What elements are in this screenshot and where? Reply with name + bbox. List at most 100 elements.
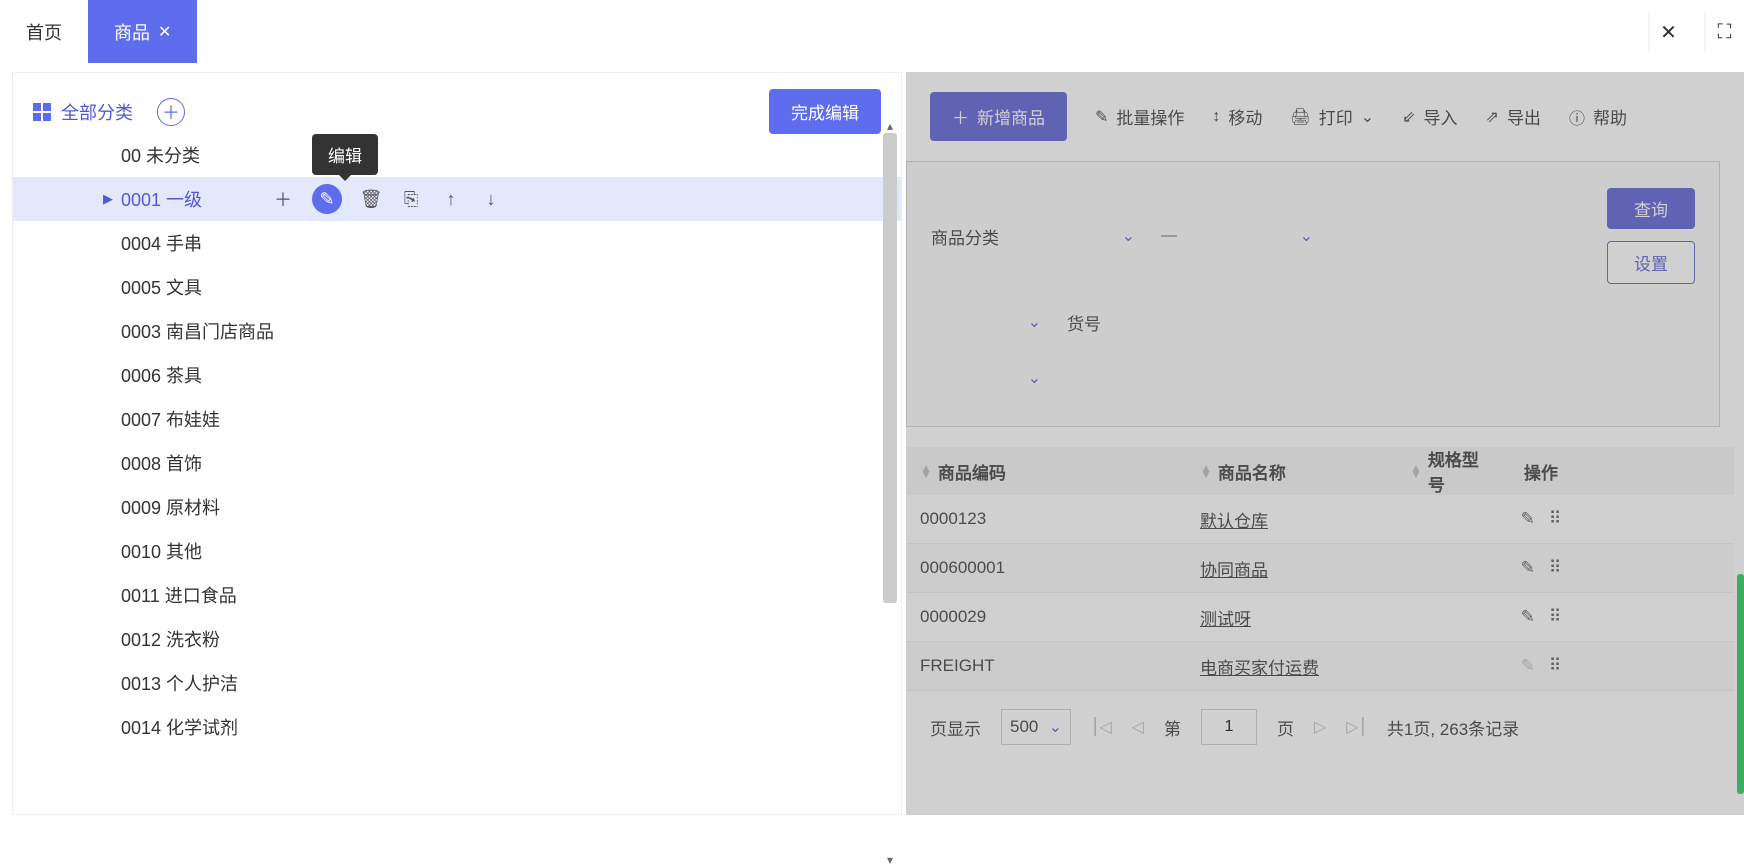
caret-right-icon: ▶ xyxy=(103,191,113,207)
all-categories[interactable]: 全部分类 xyxy=(33,99,133,125)
move-up-icon[interactable]: ↑ xyxy=(440,188,462,210)
tree-item-label: 0008 首饰 xyxy=(121,450,202,476)
tree-item[interactable]: 0010 其他 xyxy=(13,529,901,573)
edit-icon: ✎ xyxy=(1095,107,1108,127)
prev-page-icon[interactable]: ◁ xyxy=(1132,717,1144,737)
table-row[interactable]: 0000123默认仓库✎⠿ xyxy=(906,495,1734,544)
cell-name[interactable]: 协同商品 xyxy=(1186,544,1396,592)
th-spec[interactable]: ▲▼规格型号 xyxy=(1396,447,1496,495)
add-category-button[interactable]: ＋ xyxy=(157,98,185,126)
help-button[interactable]: ⓘ帮助 xyxy=(1569,104,1627,129)
add-product-button[interactable]: ＋ 新增商品 xyxy=(930,92,1067,141)
table-row[interactable]: 0000029测试呀✎⠿ xyxy=(906,593,1734,642)
cell-name[interactable]: 默认仓库 xyxy=(1186,495,1396,543)
tree-item[interactable]: 0013 个人护洁 xyxy=(13,661,901,705)
tree-item-label: 0006 茶具 xyxy=(121,362,202,388)
fullscreen-icon[interactable]: ⛶ xyxy=(1704,12,1744,52)
move-icon: ↕ xyxy=(1212,108,1220,126)
close-icon[interactable]: ✕ xyxy=(158,22,171,42)
tree-item[interactable]: 0005 文具 xyxy=(13,265,901,309)
page-label-prefix: 第 xyxy=(1164,715,1181,740)
tab-product[interactable]: 商品 ✕ xyxy=(88,0,197,63)
export-icon: ⇗ xyxy=(1486,107,1499,127)
add-child-icon[interactable]: ＋ xyxy=(272,188,294,210)
tree-item[interactable]: 0006 茶具 xyxy=(13,353,901,397)
dash: — xyxy=(1161,227,1177,245)
query-button[interactable]: 查询 xyxy=(1607,188,1695,229)
last-page-icon[interactable]: ▷⎮ xyxy=(1346,717,1367,737)
tree-item[interactable]: 0012 洗衣粉 xyxy=(13,617,901,661)
tab-product-label: 商品 xyxy=(114,19,150,45)
tooltip: 编辑 xyxy=(312,134,378,175)
move-button[interactable]: ↕移动 xyxy=(1212,104,1262,129)
batch-operation-button[interactable]: ✎批量操作 xyxy=(1095,104,1184,129)
pagination-summary: 共1页, 263条记录 xyxy=(1387,715,1519,740)
import-button[interactable]: ⇙导入 xyxy=(1402,104,1457,129)
th-ops: 操作 xyxy=(1496,447,1586,495)
page-input[interactable] xyxy=(1201,709,1257,745)
cell-ops: ✎⠿ xyxy=(1496,593,1586,641)
top-right-controls: ✕ ⛶ xyxy=(1648,0,1744,64)
row-more-icon[interactable]: ⠿ xyxy=(1549,558,1561,578)
sort-icon: ▲▼ xyxy=(920,465,932,477)
table-row[interactable]: 000600001协同商品 ✎ ⠿ xyxy=(906,544,1734,593)
table-row[interactable]: FREIGHT电商买家付运费✎⠿ xyxy=(906,642,1734,691)
row-more-icon[interactable]: ⠿ xyxy=(1549,656,1561,676)
scrollbar-indicator[interactable] xyxy=(1737,574,1744,794)
row-edit-icon[interactable]: ✎ xyxy=(1521,607,1535,627)
filter-select-4[interactable]: ⌄ xyxy=(931,360,1041,396)
export-button[interactable]: ⇗导出 xyxy=(1486,104,1541,129)
scroll-thumb[interactable] xyxy=(883,133,897,603)
cell-code: FREIGHT xyxy=(906,642,1186,690)
tree-item[interactable]: 00 未分类 xyxy=(13,133,901,177)
tab-home[interactable]: 首页 xyxy=(0,0,88,63)
tree-item-label: 0005 文具 xyxy=(121,274,202,300)
plus-icon: ＋ xyxy=(952,104,969,129)
tree-item[interactable]: 0007 布娃娃 xyxy=(13,397,901,441)
chevron-down-icon: ⌄ xyxy=(1028,368,1041,388)
cell-code: 000600001 xyxy=(906,544,1186,592)
scroll-up-icon[interactable]: ▴ xyxy=(883,119,897,133)
delete-icon[interactable]: 🗑 xyxy=(360,188,382,210)
close-all-icon[interactable]: ✕ xyxy=(1648,12,1688,52)
tree-item[interactable]: 0003 南昌门店商品 xyxy=(13,309,901,353)
cell-code: 0000029 xyxy=(906,593,1186,641)
move-down-icon[interactable]: ↓ xyxy=(480,188,502,210)
help-icon: ⓘ xyxy=(1569,105,1585,129)
print-button[interactable]: 🖨打印⌄ xyxy=(1290,104,1374,129)
cell-name[interactable]: 电商买家付运费 xyxy=(1186,642,1396,690)
tree-item[interactable]: 0014 化学试剂 xyxy=(13,705,901,749)
tree-item-label: 0012 洗衣粉 xyxy=(121,626,220,652)
edit-icon[interactable]: ✎ xyxy=(312,184,342,214)
row-edit-icon[interactable]: ✎ xyxy=(1521,558,1535,578)
cell-spec xyxy=(1396,495,1496,543)
toolbar: ＋ 新增商品 ✎批量操作 ↕移动 🖨打印⌄ ⇙导入 ⇗导出 ⓘ帮助 xyxy=(906,72,1744,161)
filter-select-3[interactable]: ⌄ xyxy=(931,304,1041,340)
per-page-select[interactable]: 500⌄ xyxy=(1001,709,1071,745)
th-code[interactable]: ▲▼商品编码 xyxy=(906,447,1186,495)
row-more-icon[interactable]: ⠿ xyxy=(1549,509,1561,529)
settings-button[interactable]: 设置 xyxy=(1607,241,1695,284)
row-more-icon[interactable]: ⠿ xyxy=(1549,607,1561,627)
tree-item-label: 0011 进口食品 xyxy=(121,582,237,608)
cell-name[interactable]: 测试呀 xyxy=(1186,593,1396,641)
tree-scroll[interactable]: 00 未分类 ▶ 0001 一级 ＋ 编辑 ✎ 🗑 ⎘ ↑ ↓ 0004 手串 0005 文具 0003… xyxy=(13,133,901,814)
filter-category-select-2[interactable]: ⌄ xyxy=(1203,218,1313,254)
filter-category-select[interactable]: ⌄ xyxy=(1025,218,1135,254)
tree-item[interactable]: 0011 进口食品 xyxy=(13,573,901,617)
grid-icon xyxy=(33,103,51,121)
first-page-icon[interactable]: ⎮◁ xyxy=(1091,717,1112,737)
scroll-down-icon[interactable]: ▾ xyxy=(883,853,897,867)
tree-item[interactable]: 0008 首饰 xyxy=(13,441,901,485)
tree-item[interactable]: 0004 手串 xyxy=(13,221,901,265)
tree-item[interactable]: ▶0001 一级＋编辑✎🗑⎘↑↓ xyxy=(13,177,901,221)
next-page-icon[interactable]: ▷ xyxy=(1314,717,1326,737)
th-name[interactable]: ▲▼商品名称 xyxy=(1186,447,1396,495)
finish-edit-button[interactable]: 完成编辑 xyxy=(769,89,881,134)
archive-icon[interactable]: ⎘ xyxy=(400,188,422,210)
tree-item[interactable]: 0009 原材料 xyxy=(13,485,901,529)
tree-item-label: 0001 一级 xyxy=(121,186,202,212)
top-tabs: 首页 商品 ✕ xyxy=(0,0,1744,63)
row-edit-icon[interactable]: ✎ xyxy=(1521,509,1535,529)
chevron-down-icon: ⌄ xyxy=(1028,312,1041,332)
